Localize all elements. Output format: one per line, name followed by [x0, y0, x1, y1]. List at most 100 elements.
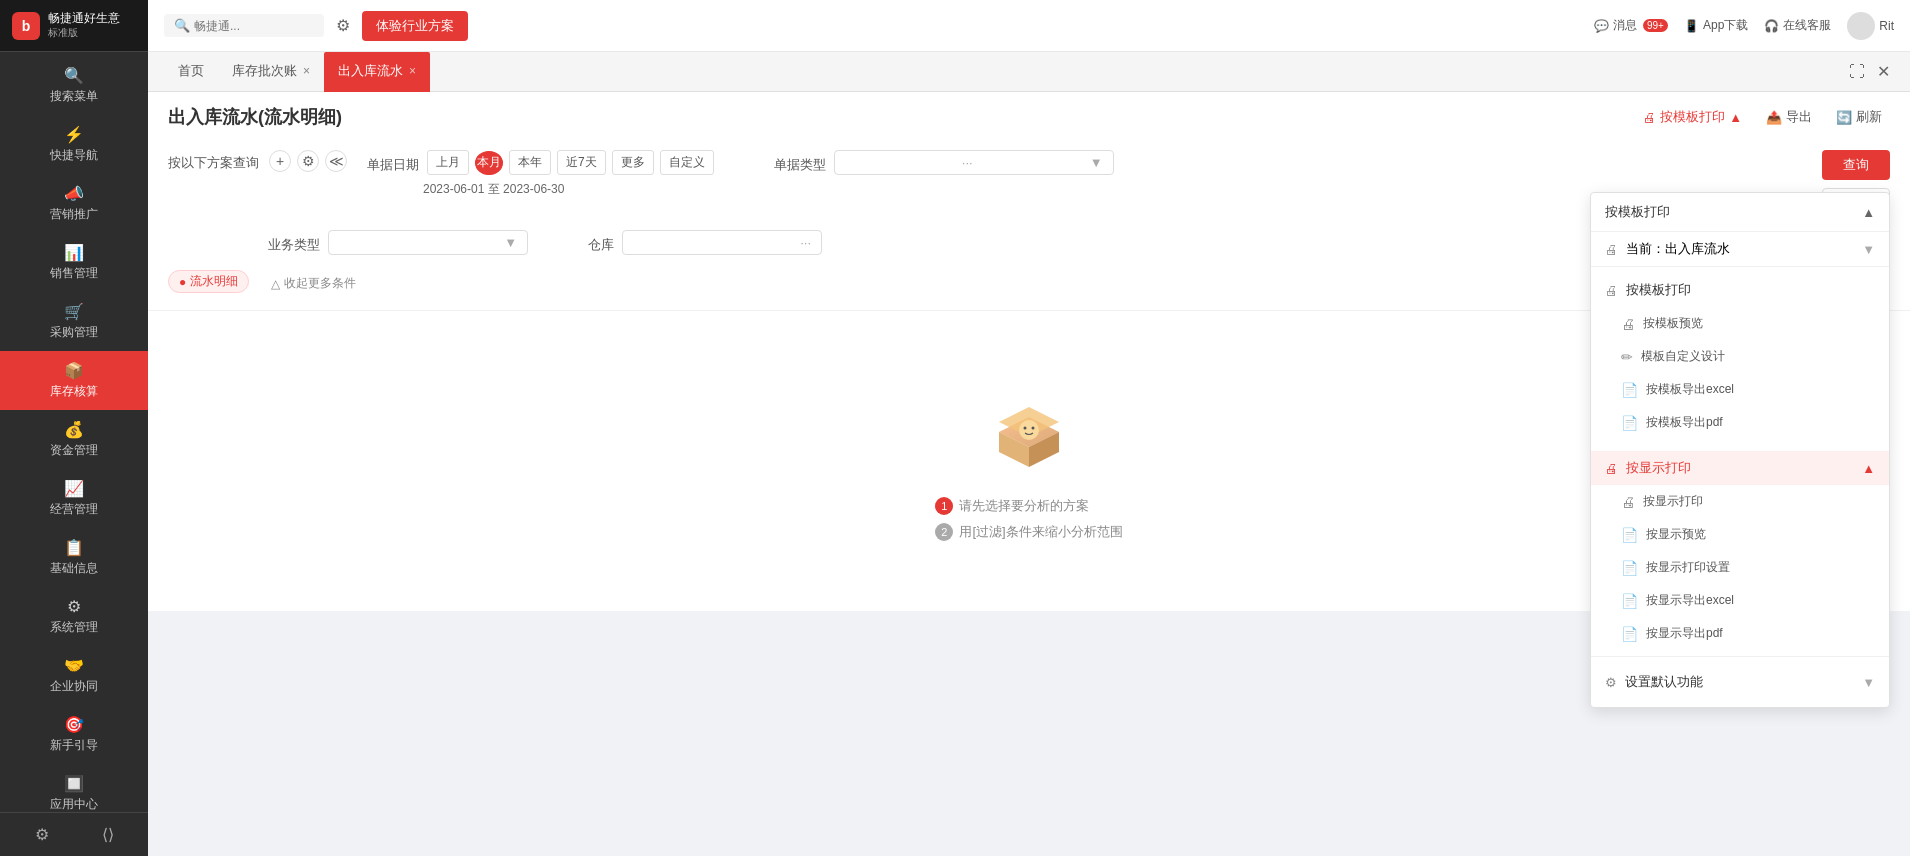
sidebar-item-inventory[interactable]: 📦 库存核算 [0, 351, 148, 410]
date-more[interactable]: 更多 [612, 150, 654, 175]
dp-section-display: 🖨 按显示打印 ▲ 🖨 按显示打印 📄 按显示预览 📄 [1591, 445, 1889, 656]
settings-filter-btn[interactable]: ⚙ [297, 150, 319, 172]
sidebar-label-sales: 销售管理 [50, 265, 98, 282]
business-type-select[interactable]: ▼ [328, 230, 528, 255]
dp-item-template-customize[interactable]: ✏ 模板自定义设计 [1591, 340, 1889, 373]
display-preview-icon: 📄 [1621, 527, 1638, 543]
sidebar-label-marketing: 营销推广 [50, 206, 98, 223]
refresh-btn[interactable]: 🔄 刷新 [1828, 104, 1890, 130]
sidebar-item-purchase[interactable]: 🛒 采购管理 [0, 292, 148, 351]
sidebar-item-corp[interactable]: 🤝 企业协同 [0, 646, 148, 705]
dropdown-scroll[interactable]: 🖨 按模板打印 🖨 按模板预览 ✏ 模板自定义设计 📄 按模板导 [1591, 267, 1889, 656]
dp-item-template-preview[interactable]: 🖨 按模板预览 [1591, 307, 1889, 340]
collapse-btn[interactable]: △ 收起更多条件 [265, 269, 362, 298]
finance-icon: 💰 [64, 420, 84, 439]
app-logo: b 畅捷通好生意 标准版 [0, 0, 148, 52]
display-settings-icon: 📄 [1621, 560, 1638, 576]
dp-section-template-header[interactable]: 🖨 按模板打印 [1591, 273, 1889, 307]
search-icon: 🔍 [64, 66, 84, 85]
message-btn[interactable]: 💬 消息 99+ [1594, 17, 1668, 34]
online-service-btn[interactable]: 🎧 在线客服 [1764, 17, 1831, 34]
print-icon: 🖨 [1643, 110, 1656, 125]
sidebar-item-finance[interactable]: 💰 资金管理 [0, 410, 148, 469]
sidebar-label-quick-nav: 快捷导航 [50, 147, 98, 164]
section-display-label: 按显示打印 [1626, 459, 1691, 477]
sidebar-item-system[interactable]: ⚙ 系统管理 [0, 587, 148, 646]
app-download-btn[interactable]: 📱 App下载 [1684, 17, 1748, 34]
dropdown-collapse-btn[interactable]: ▲ [1862, 205, 1875, 220]
topbar-gear-icon[interactable]: ⚙ [332, 12, 354, 39]
template-preview-label: 按模板预览 [1643, 315, 1703, 332]
preview-icon: 🖨 [1621, 316, 1635, 332]
collapse-label: 收起更多条件 [284, 275, 356, 292]
export-btn[interactable]: 📤 导出 [1758, 104, 1820, 130]
collapse-filter-btn[interactable]: ≪ [325, 150, 347, 172]
date-current-year[interactable]: 本年 [509, 150, 551, 175]
svg-point-6 [1032, 427, 1035, 430]
sidebar-item-sales[interactable]: 📊 销售管理 [0, 233, 148, 292]
date-current-month[interactable]: 本月 [475, 151, 503, 175]
tab-inventory-flow-label: 出入库流水 [338, 62, 403, 80]
tab-home[interactable]: 首页 [164, 52, 218, 92]
guide-icon: 🎯 [64, 715, 84, 734]
voucher-type-select[interactable]: ··· ▼ [834, 150, 1114, 175]
display-section-chevron: ▲ [1862, 461, 1875, 476]
template-export-pdf-label: 按模板导出pdf [1646, 414, 1723, 431]
voucher-type-more-icon: ··· [962, 155, 973, 170]
query-btn[interactable]: 查询 [1822, 150, 1890, 180]
display-export-excel-label: 按显示导出excel [1646, 592, 1734, 609]
sidebar-item-quick-nav[interactable]: ⚡ 快捷导航 [0, 115, 148, 174]
dp-item-display-export-pdf[interactable]: 📄 按显示导出pdf [1591, 617, 1889, 650]
active-filter-tag[interactable]: ● 流水明细 [168, 270, 249, 293]
message-label: 消息 [1613, 17, 1637, 34]
dp-item-template-export-pdf[interactable]: 📄 按模板导出pdf [1591, 406, 1889, 439]
dp-item-display-print-settings[interactable]: 📄 按显示打印设置 [1591, 551, 1889, 584]
search-icon-topbar: 🔍 [174, 18, 190, 33]
dp-section-template-title: 🖨 按模板打印 [1605, 281, 1691, 299]
tabs-actions: ⛶ ✕ [1845, 58, 1894, 85]
search-box[interactable]: 🔍 [164, 14, 324, 37]
sidebar-item-operation[interactable]: 📈 经营管理 [0, 469, 148, 528]
message-badge: 99+ [1643, 19, 1668, 32]
dp-item-display-export-excel[interactable]: 📄 按显示导出excel [1591, 584, 1889, 617]
excel-icon-2: 📄 [1621, 593, 1638, 609]
sidebar-collapse-btn[interactable]: ⟨⟩ [102, 825, 114, 844]
logo-icon: b [12, 12, 40, 40]
dropdown-current-item[interactable]: 🖨 当前：出入库流水 ▼ [1591, 232, 1889, 267]
corp-icon: 🤝 [64, 656, 84, 675]
print-template-btn[interactable]: 🖨 按模板打印 ▲ [1635, 104, 1750, 130]
app-download-icon: 📱 [1684, 19, 1699, 33]
tab-batch-account[interactable]: 库存批次账 × [218, 52, 324, 92]
sidebar-label-inventory: 库存核算 [50, 383, 98, 400]
sidebar-settings-btn[interactable]: ⚙ [35, 825, 49, 844]
dp-footer-default[interactable]: ⚙ 设置默认功能 ▼ [1605, 665, 1875, 699]
dp-section-display-header[interactable]: 🖨 按显示打印 ▲ [1591, 451, 1889, 485]
maximize-btn[interactable]: ⛶ [1845, 59, 1869, 85]
sidebar-item-apps[interactable]: 🔲 应用中心 [0, 764, 148, 812]
search-input[interactable] [194, 19, 314, 33]
sidebar-item-guide[interactable]: 🎯 新手引导 [0, 705, 148, 764]
export-label: 导出 [1786, 108, 1812, 126]
dropdown-panel-header: 按模板打印 ▲ [1591, 193, 1889, 232]
empty-tips: 1 请先选择要分析的方案 2 用[过滤]条件来缩小分析范围 [935, 493, 1122, 545]
page-content: 出入库流水(流水明细) 🖨 按模板打印 ▲ 📤 导出 🔄 刷新 [148, 92, 1910, 856]
sidebar-item-search[interactable]: 🔍 搜索菜单 [0, 56, 148, 115]
add-filter-btn[interactable]: + [269, 150, 291, 172]
date-last-month[interactable]: 上月 [427, 150, 469, 175]
dp-section-template: 🖨 按模板打印 🖨 按模板预览 ✏ 模板自定义设计 📄 按模板导 [1591, 267, 1889, 445]
close-window-btn[interactable]: ✕ [1873, 58, 1894, 85]
date-custom[interactable]: 自定义 [660, 150, 714, 175]
tab-inventory-flow[interactable]: 出入库流水 × [324, 52, 430, 92]
sidebar-item-marketing[interactable]: 📣 营销推广 [0, 174, 148, 233]
warehouse-select[interactable]: ··· [622, 230, 822, 255]
dp-item-template-export-excel[interactable]: 📄 按模板导出excel [1591, 373, 1889, 406]
dp-item-display-preview[interactable]: 📄 按显示预览 [1591, 518, 1889, 551]
user-area[interactable]: Rit [1847, 12, 1894, 40]
dropdown-panel: 按模板打印 ▲ 🖨 当前：出入库流水 ▼ 🖨 按模板打印 [1590, 192, 1890, 708]
tab-inventory-flow-close[interactable]: × [409, 64, 416, 78]
trial-btn[interactable]: 体验行业方案 [362, 11, 468, 41]
dp-item-display-print[interactable]: 🖨 按显示打印 [1591, 485, 1889, 518]
sidebar-item-basic[interactable]: 📋 基础信息 [0, 528, 148, 587]
date-last-7days[interactable]: 近7天 [557, 150, 606, 175]
tab-batch-account-close[interactable]: × [303, 64, 310, 78]
